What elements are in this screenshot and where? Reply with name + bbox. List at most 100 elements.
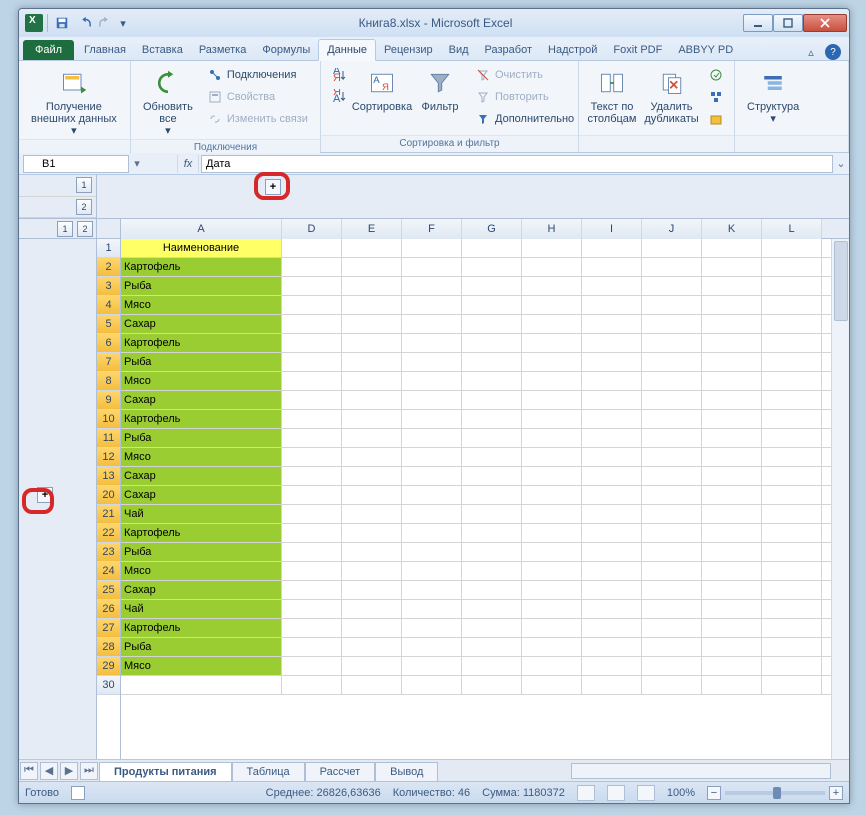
cell[interactable] [342, 277, 402, 295]
view-normal-button[interactable] [577, 785, 595, 801]
col-header-K[interactable]: K [702, 219, 762, 239]
cell[interactable] [402, 334, 462, 352]
cell[interactable] [582, 619, 642, 637]
cell[interactable] [702, 600, 762, 618]
cell[interactable] [522, 448, 582, 466]
cell[interactable] [522, 296, 582, 314]
cell[interactable] [522, 505, 582, 523]
cell[interactable] [462, 657, 522, 675]
cell[interactable] [342, 524, 402, 542]
row-header[interactable]: 20 [97, 486, 120, 505]
cell[interactable] [462, 372, 522, 390]
cell[interactable] [762, 372, 822, 390]
row-header[interactable]: 12 [97, 448, 120, 467]
cell[interactable]: Сахар [121, 391, 282, 409]
cell[interactable] [582, 581, 642, 599]
row-header[interactable]: 28 [97, 638, 120, 657]
cell[interactable]: Наименование [121, 239, 282, 257]
cell[interactable]: Картофель [121, 619, 282, 637]
help-icon[interactable]: ? [825, 44, 841, 60]
close-button[interactable] [803, 14, 847, 32]
cell[interactable] [702, 429, 762, 447]
cell[interactable] [762, 296, 822, 314]
cell[interactable] [402, 239, 462, 257]
cell[interactable] [462, 486, 522, 504]
cell[interactable] [642, 391, 702, 409]
cell[interactable]: Рыба [121, 543, 282, 561]
sort-az-button[interactable]: АЯ [327, 65, 351, 85]
whatif-button[interactable] [704, 109, 728, 129]
cell[interactable] [282, 619, 342, 637]
cell[interactable] [582, 353, 642, 371]
cell[interactable] [762, 581, 822, 599]
cell[interactable]: Картофель [121, 334, 282, 352]
cell[interactable] [522, 334, 582, 352]
col-header-E[interactable]: E [342, 219, 402, 239]
edit-links-button[interactable]: Изменить связи [203, 109, 312, 129]
row-header[interactable]: 24 [97, 562, 120, 581]
col-header-J[interactable]: J [642, 219, 702, 239]
cell[interactable] [702, 562, 762, 580]
cell[interactable] [282, 581, 342, 599]
cell[interactable] [522, 524, 582, 542]
cell[interactable] [462, 448, 522, 466]
cell[interactable] [402, 258, 462, 276]
tab-view[interactable]: Вид [441, 40, 477, 60]
row-header[interactable]: 3 [97, 277, 120, 296]
cell[interactable] [282, 277, 342, 295]
row-outline-level-1[interactable]: 1 [57, 221, 73, 237]
cell[interactable] [402, 353, 462, 371]
cell[interactable] [702, 505, 762, 523]
cell[interactable] [282, 258, 342, 276]
cell[interactable] [702, 581, 762, 599]
tab-addins[interactable]: Надстрой [540, 40, 605, 60]
cell[interactable] [582, 258, 642, 276]
advanced-filter-button[interactable]: Дополнительно [471, 109, 578, 129]
cell[interactable] [522, 657, 582, 675]
cell[interactable] [522, 676, 582, 694]
cell[interactable] [642, 505, 702, 523]
cell[interactable] [402, 429, 462, 447]
cell[interactable] [522, 277, 582, 295]
col-header-I[interactable]: I [582, 219, 642, 239]
cell[interactable] [762, 410, 822, 428]
cell[interactable] [702, 277, 762, 295]
row-header[interactable]: 30 [97, 676, 120, 695]
clear-filter-button[interactable]: Очистить [471, 65, 578, 85]
cell[interactable] [402, 315, 462, 333]
tab-layout[interactable]: Разметка [191, 40, 255, 60]
cell[interactable] [582, 239, 642, 257]
cell[interactable] [342, 467, 402, 485]
cell[interactable] [702, 372, 762, 390]
cell[interactable] [522, 619, 582, 637]
cell[interactable] [702, 296, 762, 314]
cell[interactable] [642, 619, 702, 637]
cell[interactable] [282, 524, 342, 542]
cell[interactable] [642, 600, 702, 618]
redo-icon[interactable] [96, 13, 116, 33]
cell[interactable] [582, 543, 642, 561]
cell[interactable] [282, 448, 342, 466]
text-to-columns-button[interactable]: Текст по столбцам [585, 65, 639, 127]
cell[interactable] [342, 600, 402, 618]
cell[interactable]: Сахар [121, 315, 282, 333]
cell[interactable] [582, 657, 642, 675]
cell[interactable] [762, 619, 822, 637]
row-header[interactable]: 13 [97, 467, 120, 486]
cell[interactable] [462, 429, 522, 447]
minimize-button[interactable] [743, 14, 773, 32]
cell[interactable] [642, 372, 702, 390]
cell[interactable] [462, 239, 522, 257]
remove-duplicates-button[interactable]: Удалить дубликаты [643, 65, 700, 127]
cell[interactable] [582, 486, 642, 504]
row-header[interactable]: 8 [97, 372, 120, 391]
cell[interactable] [282, 638, 342, 656]
cell[interactable] [702, 258, 762, 276]
col-header-L[interactable]: L [762, 219, 822, 239]
cell[interactable] [642, 524, 702, 542]
cell[interactable] [642, 315, 702, 333]
cell[interactable] [642, 638, 702, 656]
cell[interactable] [762, 657, 822, 675]
cell[interactable] [402, 448, 462, 466]
tab-insert[interactable]: Вставка [134, 40, 191, 60]
